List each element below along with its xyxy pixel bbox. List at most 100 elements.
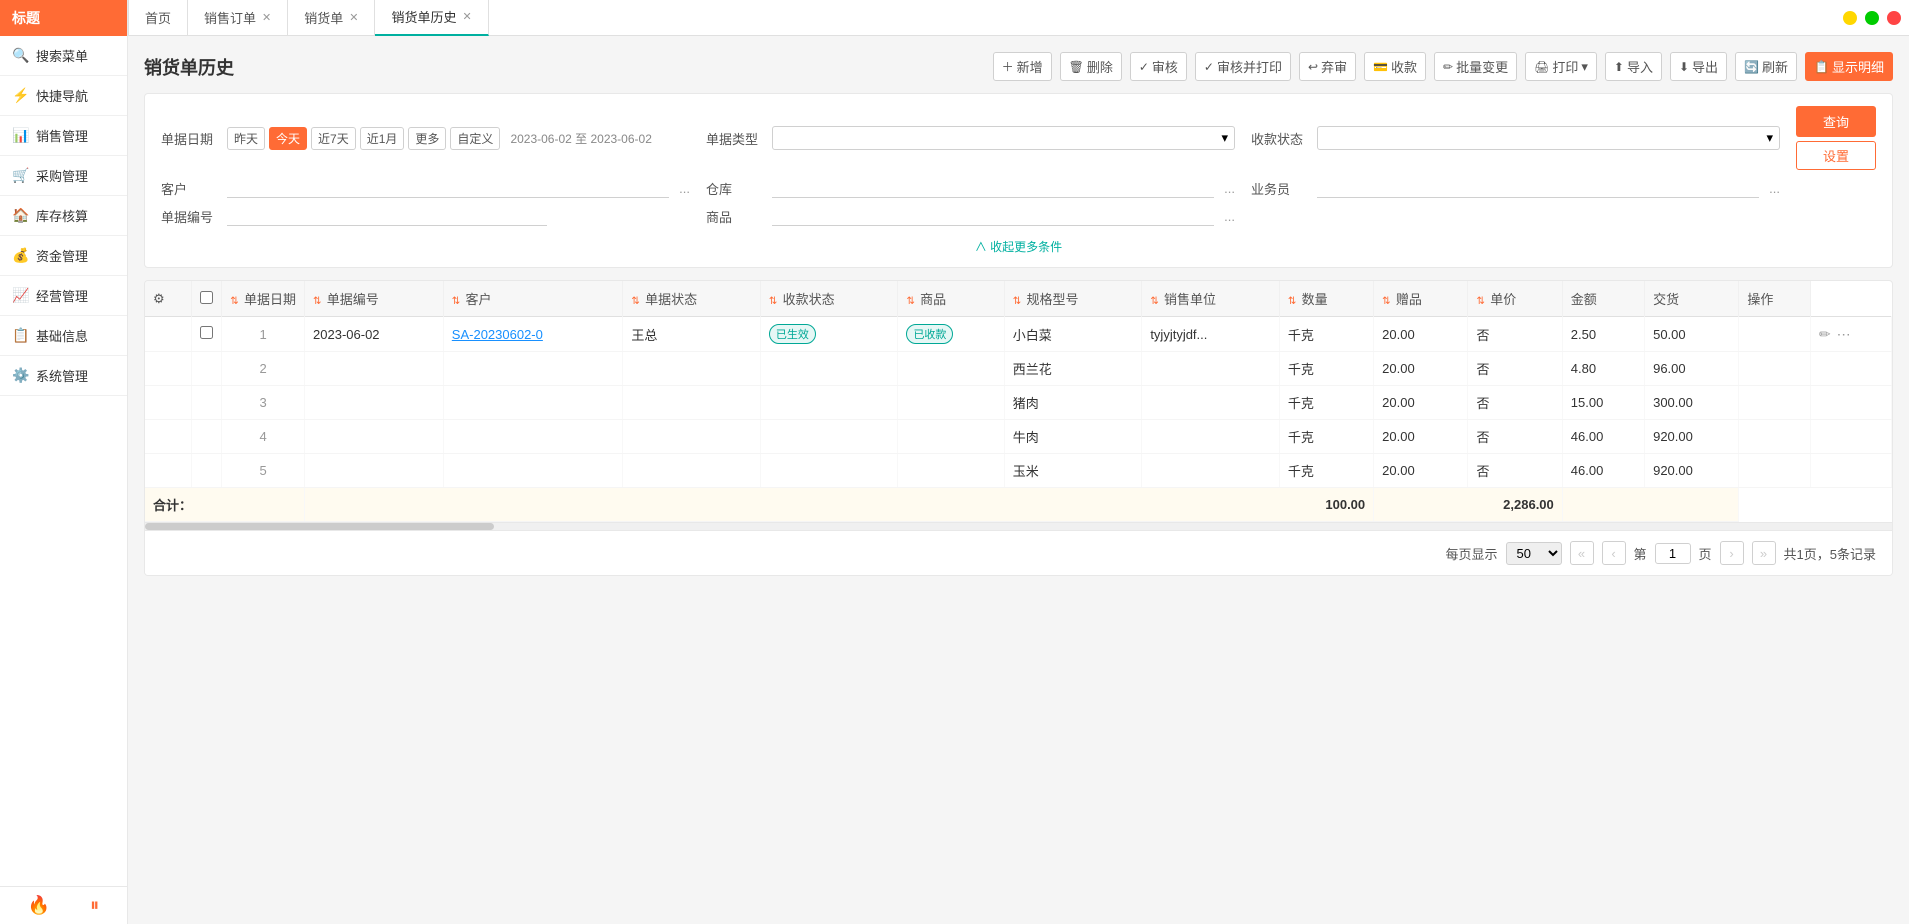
next-page-button[interactable]: › <box>1720 541 1744 565</box>
more-icon-1[interactable]: ⋯ <box>1837 326 1851 343</box>
col-settings[interactable]: ⚙ <box>145 281 192 317</box>
warehouse-input[interactable] <box>772 178 1214 198</box>
date-btn-custom[interactable]: 自定义 <box>450 127 500 150</box>
col-quantity[interactable]: ⇅ 数量 <box>1279 281 1373 317</box>
export-button[interactable]: ⬇ 导出 <box>1670 52 1727 81</box>
close-sales-goods-tab[interactable]: ✕ <box>349 11 358 24</box>
filter-row-3: 单据编号 商品 ... <box>161 206 1876 226</box>
col-goods[interactable]: ⇅ 商品 <box>898 281 1004 317</box>
sidebar-item-purchase-mgmt[interactable]: 🛒 采购管理 <box>0 156 127 196</box>
horizontal-scrollbar[interactable] <box>145 522 1892 530</box>
sidebar-item-sales-mgmt[interactable]: 📊 销售管理 <box>0 116 127 156</box>
warehouse-ellipsis[interactable]: ... <box>1224 181 1235 196</box>
cell-gift-3: 否 <box>1468 386 1562 420</box>
query-button[interactable]: 查询 <box>1796 106 1876 137</box>
minimize-button[interactable] <box>1843 11 1857 25</box>
print-button[interactable]: 🖨 打印 ▾ <box>1525 52 1597 81</box>
customer-ellipsis[interactable]: ... <box>679 181 690 196</box>
show-detail-button[interactable]: 📋 显示明细 <box>1805 52 1893 81</box>
date-btn-more[interactable]: 更多 <box>408 127 446 150</box>
approve-button[interactable]: ✓ 审核 <box>1130 52 1187 81</box>
tab-sales-goods[interactable]: 销货单 ✕ <box>288 0 375 36</box>
col-doc-status[interactable]: ⇅ 单据状态 <box>623 281 761 317</box>
col-payment-status[interactable]: ⇅ 收款状态 <box>760 281 898 317</box>
date-btn-yesterday[interactable]: 昨天 <box>227 127 265 150</box>
import-button[interactable]: ⬆ 导入 <box>1605 52 1662 81</box>
sidebar-item-basic-info[interactable]: 📋 基础信息 <box>0 316 127 356</box>
tab-home[interactable]: 首页 <box>128 0 188 36</box>
close-window-button[interactable] <box>1887 11 1901 25</box>
payment-status-select[interactable]: ▾ <box>1317 126 1780 150</box>
pagination: 每页显示 50 100 200 « ‹ 第 页 › » 共1页，5条记录 <box>145 530 1892 575</box>
page-size-select[interactable]: 50 100 200 <box>1506 542 1562 565</box>
summary-row: 合计： 100.00 2,286.00 <box>145 488 1892 522</box>
close-sales-history-tab[interactable]: ✕ <box>463 10 472 23</box>
sidebar-item-search-menu[interactable]: 🔍 搜索菜单 <box>0 36 127 76</box>
batch-change-button[interactable]: ✏ 批量变更 <box>1434 52 1517 81</box>
scrollbar-thumb[interactable] <box>145 523 494 530</box>
filter-doc-type: 单据类型 ▾ <box>706 126 1235 150</box>
sidebar-item-quick-nav[interactable]: ⚡ 快捷导航 <box>0 76 127 116</box>
col-doc-date[interactable]: ⇅ 单据日期 <box>222 281 305 317</box>
delete-button[interactable]: 🗑 删除 <box>1060 52 1122 81</box>
doc-type-select[interactable]: ▾ <box>772 126 1235 150</box>
summary-spacer <box>1562 488 1739 522</box>
operations-icon: 📈 <box>12 287 30 305</box>
refresh-button[interactable]: 🔄 刷新 <box>1735 52 1797 81</box>
col-gift[interactable]: ⇅ 赠品 <box>1374 281 1468 317</box>
prev-page-button[interactable]: ‹ <box>1602 541 1626 565</box>
goods-input[interactable] <box>772 206 1214 226</box>
date-btn-1month[interactable]: 近1月 <box>360 127 405 150</box>
select-all-checkbox[interactable] <box>200 291 213 304</box>
col-spec[interactable]: ⇅ 规格型号 <box>1004 281 1142 317</box>
sidebar-item-system-mgmt[interactable]: ⚙️ 系统管理 <box>0 356 127 396</box>
collect-button[interactable]: 💳 收款 <box>1364 52 1426 81</box>
filter-goods: 商品 ... <box>706 206 1235 226</box>
cell-unit-2: 千克 <box>1279 352 1373 386</box>
cell-checkbox-1[interactable] <box>192 317 222 352</box>
cell-rownum-5: 5 <box>222 454 305 488</box>
cell-doc-no-1[interactable]: SA-20230602-0 <box>443 317 623 352</box>
fire-icon[interactable]: 🔥 <box>28 895 50 916</box>
salesperson-ellipsis[interactable]: ... <box>1769 181 1780 196</box>
discard-button[interactable]: ↩ 弃审 <box>1299 52 1356 81</box>
summary-label: 合计： <box>145 488 305 522</box>
settings-button[interactable]: 设置 <box>1796 141 1876 170</box>
date-btn-7days[interactable]: 近7天 <box>311 127 356 150</box>
date-btn-today[interactable]: 今天 <box>269 127 307 150</box>
settings-gear-icon: ⚙ <box>153 291 165 306</box>
cell-doc-no-3 <box>443 386 623 420</box>
goods-ellipsis[interactable]: ... <box>1224 209 1235 224</box>
table-header-row: ⚙ ⇅ 单据日期 ⇅ 单据编号 <box>145 281 1892 317</box>
page-number-input[interactable] <box>1655 543 1691 564</box>
doc-no-input[interactable] <box>227 206 547 226</box>
pause-icon[interactable]: ⏸ <box>90 895 99 916</box>
col-unit[interactable]: ⇅ 销售单位 <box>1142 281 1280 317</box>
tab-sales-history[interactable]: 销货单历史 ✕ <box>375 0 488 36</box>
tab-sales-order[interactable]: 销售订单 ✕ <box>188 0 288 36</box>
col-doc-no[interactable]: ⇅ 单据编号 <box>305 281 444 317</box>
close-sales-order-tab[interactable]: ✕ <box>262 11 271 24</box>
approve-print-button[interactable]: ✓ 审核并打印 <box>1195 52 1291 81</box>
cell-unit-price-2: 4.80 <box>1562 352 1644 386</box>
first-page-button[interactable]: « <box>1570 541 1594 565</box>
col-unit-price[interactable]: ⇅ 单价 <box>1468 281 1562 317</box>
sidebar-item-inventory[interactable]: 🏠 库存核算 <box>0 196 127 236</box>
maximize-button[interactable] <box>1865 11 1879 25</box>
approve-print-icon: ✓ <box>1204 60 1214 74</box>
col-customer[interactable]: ⇅ 客户 <box>443 281 623 317</box>
collapse-filter-link[interactable]: ∧ 收起更多条件 <box>161 234 1876 255</box>
sidebar-item-operations[interactable]: 📈 经营管理 <box>0 276 127 316</box>
col-checkbox[interactable] <box>192 281 222 317</box>
last-page-button[interactable]: » <box>1752 541 1776 565</box>
cell-goods-3: 猪肉 <box>1004 386 1142 420</box>
sidebar-item-finance[interactable]: 💰 资金管理 <box>0 236 127 276</box>
cell-spec-1: tyjyjtyjdf... <box>1142 317 1280 352</box>
row-1-checkbox[interactable] <box>200 326 213 339</box>
cell-goods-2: 西兰花 <box>1004 352 1142 386</box>
add-button[interactable]: ＋ 新增 <box>993 52 1052 81</box>
edit-icon-1[interactable]: ✏ <box>1819 326 1831 343</box>
customer-input[interactable] <box>227 178 669 198</box>
salesperson-input[interactable] <box>1317 178 1759 198</box>
table-row: 2 西兰花 千克 20.00 否 4.80 96.00 <box>145 352 1892 386</box>
